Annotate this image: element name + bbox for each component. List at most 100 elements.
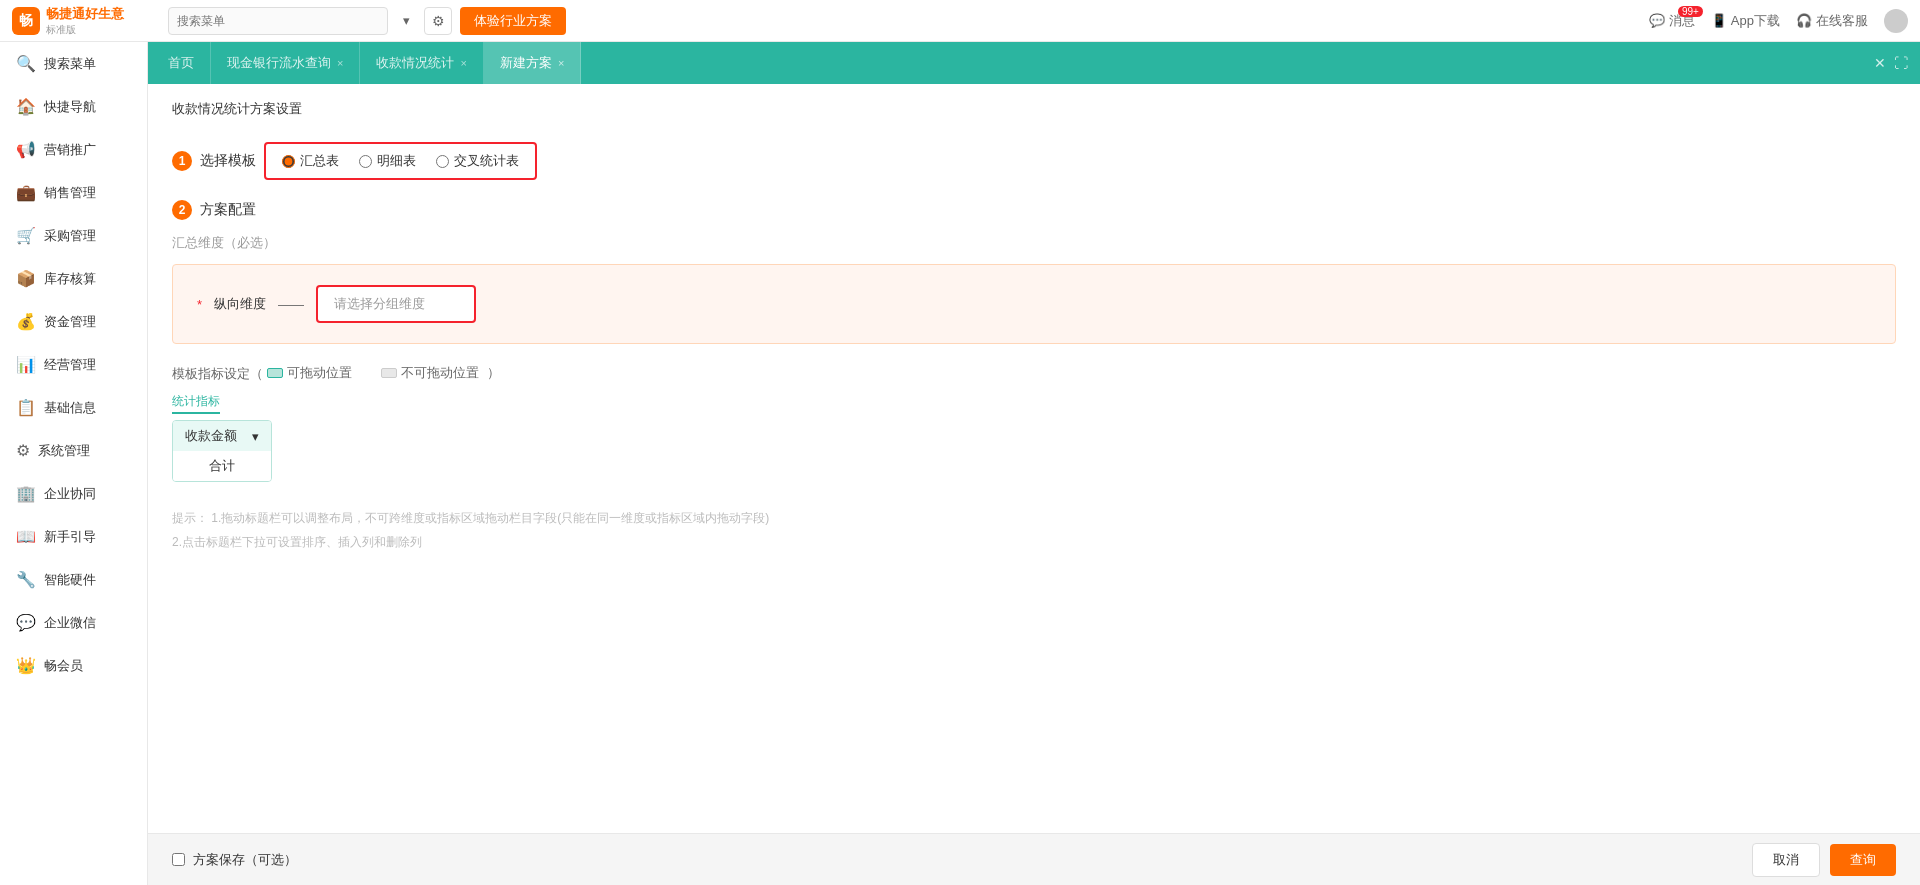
header-actions: 💬 消息 99+ 📱 App下载 🎧 在线客服	[1649, 9, 1908, 33]
cancel-button[interactable]: 取消	[1752, 843, 1820, 877]
radio-cross-input[interactable]	[436, 155, 449, 168]
download-label: App下载	[1731, 12, 1780, 30]
tab-collection-close[interactable]: ×	[460, 57, 466, 69]
section-config: 2 方案配置 汇总维度（必选） * 纵向维度 ——	[172, 200, 1896, 554]
member-icon: 👑	[16, 656, 36, 675]
sidebar-item-wechat[interactable]: 💬 企业微信	[0, 601, 147, 644]
logo-text: 畅捷通好生意	[46, 5, 124, 23]
search-icon: 🔍	[16, 54, 36, 73]
sidebar-item-label: 畅会员	[44, 657, 83, 675]
sidebar-item-label: 基础信息	[44, 399, 96, 417]
sidebar-item-member[interactable]: 👑 畅会员	[0, 644, 147, 687]
tab-home[interactable]: 首页	[148, 42, 211, 84]
radio-summary[interactable]: 汇总表	[282, 152, 339, 170]
radio-detail-label: 明细表	[377, 152, 416, 170]
template-options: 汇总表 明细表 交叉统计表	[264, 142, 537, 180]
section2-header: 2 方案配置	[172, 200, 1896, 220]
hardware-icon: 🔧	[16, 570, 36, 589]
sidebar-item-marketing[interactable]: 📢 营销推广	[0, 128, 147, 171]
sidebar-item-label: 智能硬件	[44, 571, 96, 589]
indicator-dropdown-icon[interactable]: ▾	[252, 429, 259, 444]
sidebar-item-system[interactable]: ⚙ 系统管理	[0, 429, 147, 472]
radio-cross-label: 交叉统计表	[454, 152, 519, 170]
tab-cashbank-close[interactable]: ×	[337, 57, 343, 69]
search-dropdown-icon[interactable]: ▾	[396, 11, 416, 31]
tab-newplan-label: 新建方案	[500, 54, 552, 72]
sales-icon: 💼	[16, 183, 36, 202]
search-input[interactable]	[168, 7, 388, 35]
section1-header: 1 选择模板 汇总表 明细表	[172, 142, 1896, 180]
tab-cashbank[interactable]: 现金银行流水查询 ×	[211, 42, 360, 84]
tab-home-label: 首页	[168, 54, 194, 72]
non-draggable-legend-box	[381, 368, 397, 378]
sidebar-item-sales[interactable]: 💼 销售管理	[0, 171, 147, 214]
sidebar-item-search[interactable]: 🔍 搜索菜单	[0, 42, 147, 85]
user-avatar[interactable]	[1884, 9, 1908, 33]
tab-close-all-icon[interactable]: ✕	[1874, 55, 1886, 71]
sidebar-item-label: 经营管理	[44, 356, 96, 374]
dimension-area: * 纵向维度 —— 请选择分组维度	[172, 264, 1896, 344]
gear-icon[interactable]: ⚙	[424, 7, 452, 35]
stats-indicator-area: 统计指标 收款金额 ▾ 合计	[172, 393, 1896, 482]
radio-detail[interactable]: 明细表	[359, 152, 416, 170]
sidebar-item-label: 新手引导	[44, 528, 96, 546]
sidebar-item-label: 营销推广	[44, 141, 96, 159]
tab-bar: 首页 现金银行流水查询 × 收款情况统计 × 新建方案 × ✕ ⛶	[148, 42, 1920, 84]
draggable-legend-box	[267, 368, 283, 378]
sidebar-item-hardware[interactable]: 🔧 智能硬件	[0, 558, 147, 601]
main-layout: 🔍 搜索菜单 🏠 快捷导航 📢 营销推广 💼 销售管理 🛒 采购管理 📦 库存核…	[0, 42, 1920, 885]
section1-title: 选择模板	[200, 152, 256, 170]
sidebar-item-nav[interactable]: 🏠 快捷导航	[0, 85, 147, 128]
indicator-section-label-text: 模板指标设定（	[172, 366, 263, 381]
tab-newplan-close[interactable]: ×	[558, 57, 564, 69]
message-icon: 💬	[1649, 13, 1665, 28]
tips-area: 提示： 1.拖动标题栏可以调整布局，不可跨维度或指标区域拖动栏目字段(只能在同一…	[172, 506, 1896, 554]
sidebar-item-finance[interactable]: 💰 资金管理	[0, 300, 147, 343]
radio-summary-input[interactable]	[282, 155, 295, 168]
inventory-icon: 📦	[16, 269, 36, 288]
sidebar-item-label: 资金管理	[44, 313, 96, 331]
tab-newplan[interactable]: 新建方案 ×	[484, 42, 581, 84]
tab-expand-icon[interactable]: ⛶	[1894, 55, 1908, 71]
radio-cross[interactable]: 交叉统计表	[436, 152, 519, 170]
management-icon: 📊	[16, 355, 36, 374]
sidebar-item-basics[interactable]: 📋 基础信息	[0, 386, 147, 429]
message-badge: 99+	[1678, 6, 1703, 17]
basics-icon: 📋	[16, 398, 36, 417]
section-template: 1 选择模板 汇总表 明细表	[172, 142, 1896, 180]
indicator-card-header[interactable]: 收款金额 ▾	[173, 421, 271, 451]
home-icon: 🏠	[16, 97, 36, 116]
sidebar-item-label: 搜索菜单	[44, 55, 96, 73]
section2-num: 2	[172, 200, 192, 220]
download-action[interactable]: 📱 App下载	[1711, 12, 1780, 30]
radio-summary-label: 汇总表	[300, 152, 339, 170]
sidebar-item-label: 销售管理	[44, 184, 96, 202]
indicator-card-header-text: 收款金额	[185, 427, 237, 445]
query-button[interactable]: 查询	[1830, 844, 1896, 876]
sidebar-item-management[interactable]: 📊 经营管理	[0, 343, 147, 386]
logo-area: 畅 畅捷通好生意 标准版	[12, 5, 160, 37]
sidebar-item-purchase[interactable]: 🛒 采购管理	[0, 214, 147, 257]
trial-button[interactable]: 体验行业方案	[460, 7, 566, 35]
sidebar-item-enterprise[interactable]: 🏢 企业协同	[0, 472, 147, 515]
finance-icon: 💰	[16, 312, 36, 331]
service-icon: 🎧	[1796, 13, 1812, 28]
purchase-icon: 🛒	[16, 226, 36, 245]
message-action[interactable]: 💬 消息 99+	[1649, 12, 1695, 30]
page-title: 收款情况统计方案设置	[172, 100, 1896, 126]
sidebar-item-label: 企业微信	[44, 614, 96, 632]
section1-num: 1	[172, 151, 192, 171]
sidebar-item-label: 采购管理	[44, 227, 96, 245]
save-checkbox[interactable]	[172, 853, 185, 866]
enterprise-icon: 🏢	[16, 484, 36, 503]
radio-detail-input[interactable]	[359, 155, 372, 168]
dim-select-box[interactable]: 请选择分组维度	[316, 285, 476, 323]
sidebar-item-guide[interactable]: 📖 新手引导	[0, 515, 147, 558]
service-action[interactable]: 🎧 在线客服	[1796, 12, 1868, 30]
dimension-label-text: 汇总维度（必选）	[172, 235, 276, 250]
sidebar-item-label: 快捷导航	[44, 98, 96, 116]
tab-collection[interactable]: 收款情况统计 ×	[360, 42, 483, 84]
sidebar-item-inventory[interactable]: 📦 库存核算	[0, 257, 147, 300]
draggable-legend-label: 可拖动位置	[287, 364, 352, 382]
indicator-legend-label: 模板指标设定（ 可拖动位置 不可拖动位置	[172, 364, 1896, 383]
